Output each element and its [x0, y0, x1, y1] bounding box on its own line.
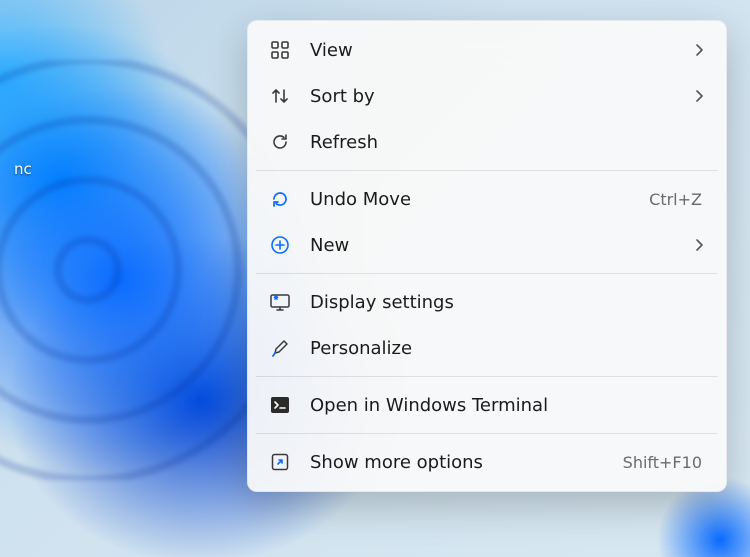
- undo-icon: [268, 189, 292, 209]
- menu-item-display-settings[interactable]: Display settings: [254, 279, 720, 325]
- menu-item-label: New: [310, 235, 692, 256]
- menu-separator: [256, 170, 718, 171]
- chevron-right-icon: [692, 43, 706, 57]
- display-settings-icon: [268, 292, 292, 312]
- menu-item-undo-move[interactable]: Undo Move Ctrl+Z: [254, 176, 720, 222]
- refresh-icon: [268, 132, 292, 152]
- personalize-icon: [268, 338, 292, 358]
- chevron-right-icon: [692, 89, 706, 103]
- menu-item-personalize[interactable]: Personalize: [254, 325, 720, 371]
- menu-item-open-terminal[interactable]: Open in Windows Terminal: [254, 382, 720, 428]
- menu-item-label: Show more options: [310, 452, 623, 473]
- view-icon: [268, 40, 292, 60]
- menu-item-shortcut: Ctrl+Z: [649, 190, 702, 209]
- menu-item-view[interactable]: View: [254, 27, 720, 73]
- menu-item-label: View: [310, 40, 692, 61]
- menu-item-sort-by[interactable]: Sort by: [254, 73, 720, 119]
- menu-separator: [256, 376, 718, 377]
- menu-item-label: Sort by: [310, 86, 692, 107]
- menu-item-label: Display settings: [310, 292, 706, 313]
- menu-item-show-more-options[interactable]: Show more options Shift+F10: [254, 439, 720, 485]
- menu-item-label: Open in Windows Terminal: [310, 395, 706, 416]
- menu-item-label: Undo Move: [310, 189, 649, 210]
- new-icon: [268, 235, 292, 255]
- desktop-context-menu: View Sort by: [247, 20, 727, 492]
- sort-icon: [268, 86, 292, 106]
- chevron-right-icon: [692, 238, 706, 252]
- menu-item-label: Refresh: [310, 132, 706, 153]
- menu-item-shortcut: Shift+F10: [623, 453, 702, 472]
- terminal-icon: [268, 396, 292, 414]
- menu-item-refresh[interactable]: Refresh: [254, 119, 720, 165]
- menu-separator: [256, 273, 718, 274]
- desktop-background[interactable]: nc View: [0, 0, 750, 557]
- menu-separator: [256, 433, 718, 434]
- menu-item-label: Personalize: [310, 338, 706, 359]
- more-options-icon: [268, 452, 292, 472]
- menu-item-new[interactable]: New: [254, 222, 720, 268]
- desktop-icon-label-fragment: nc: [14, 160, 32, 178]
